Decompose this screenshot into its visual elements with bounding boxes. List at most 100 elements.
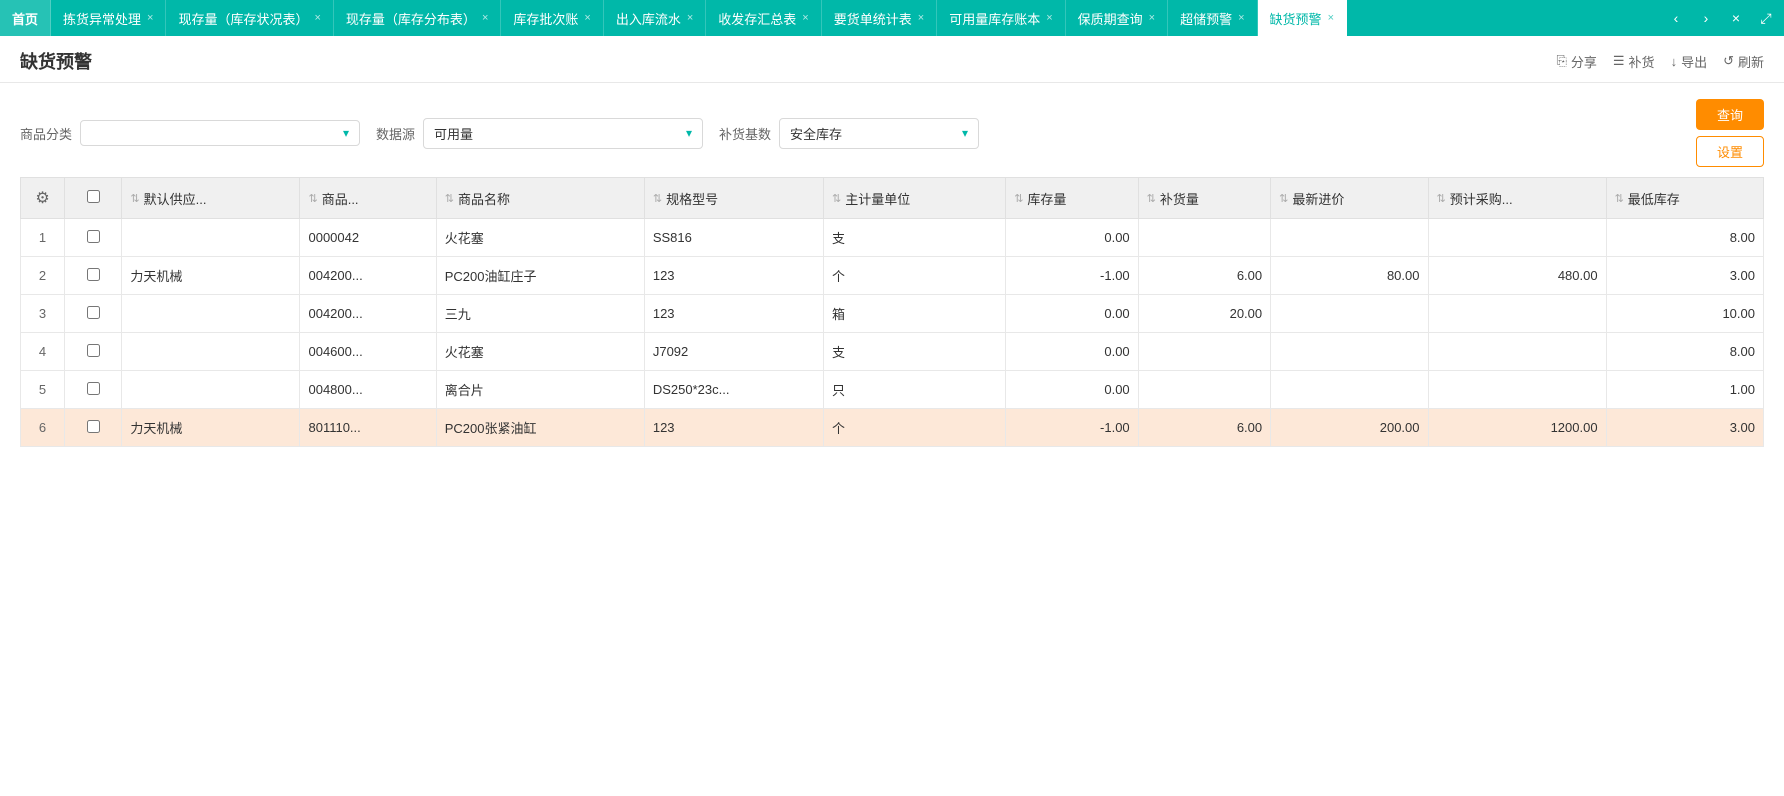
row-checkbox-6[interactable] <box>87 420 100 433</box>
row-checkbox-cell-2[interactable] <box>65 257 122 295</box>
table-body: 1 0000042 火花塞 SS816 支 0.00 8.00 2 力天机械 0… <box>21 219 1764 447</box>
row-replenish-qty-5 <box>1138 371 1270 409</box>
nav-tab-inventory-dist-label: 现存量（库存分布表） <box>346 9 476 28</box>
row-min-inventory-6: 3.00 <box>1606 409 1763 447</box>
nav-tab-inventory-status[interactable]: 现存量（库存状况表） × <box>166 0 333 36</box>
nav-tab-batch-account[interactable]: 库存批次账 × <box>501 0 603 36</box>
nav-tab-order-stats-close[interactable]: × <box>918 12 924 24</box>
export-button[interactable]: ↓ 导出 <box>1671 52 1708 71</box>
replenish-button[interactable]: ☰ 补货 <box>1613 52 1655 71</box>
row-replenish-qty-2: 6.00 <box>1138 257 1270 295</box>
row-checkbox-cell-5[interactable] <box>65 371 122 409</box>
nav-controls: ‹ › × ⤢ <box>1658 4 1784 32</box>
row-checkbox-cell-6[interactable] <box>65 409 122 447</box>
row-checkbox-2[interactable] <box>87 268 100 281</box>
export-icon: ↓ <box>1671 54 1678 69</box>
nav-tab-abnormal-close[interactable]: × <box>147 12 153 24</box>
row-supplier-2: 力天机械 <box>122 257 300 295</box>
nav-tab-inventory-dist-close[interactable]: × <box>482 12 488 24</box>
row-unit-3: 箱 <box>823 295 1005 333</box>
datasource-select[interactable]: 可用量 ▾ <box>423 118 703 149</box>
unit-sort-icon: ⇅ <box>832 192 841 205</box>
nav-tab-abnormal[interactable]: 拣货异常处理 × <box>51 0 166 36</box>
row-checkbox-3[interactable] <box>87 306 100 319</box>
page-container: 缺货预警 ⎘ 分享 ☰ 补货 ↓ 导出 ↺ 刷新 商品分类 <box>0 36 1784 796</box>
settings-column-header[interactable]: ⚙ <box>21 178 65 219</box>
nav-tab-expiry-query[interactable]: 保质期查询 × <box>1066 0 1168 36</box>
nav-tab-available-ledger[interactable]: 可用量库存账本 × <box>937 0 1065 36</box>
nav-tab-overstock[interactable]: 超储预警 × <box>1168 0 1257 36</box>
row-checkbox-cell-4[interactable] <box>65 333 122 371</box>
nav-tab-inventory-status-label: 现存量（库存状况表） <box>178 9 308 28</box>
nav-tab-batch-account-close[interactable]: × <box>584 12 590 24</box>
nav-tab-receipt-summary[interactable]: 收发存汇总表 × <box>706 0 821 36</box>
nav-tab-expiry-query-close[interactable]: × <box>1149 12 1155 24</box>
share-button[interactable]: ⎘ 分享 <box>1556 52 1596 71</box>
nav-tab-inout-flow[interactable]: 出入库流水 × <box>604 0 706 36</box>
settings-button[interactable]: 设置 <box>1696 136 1764 167</box>
nav-tab-overstock-label: 超储预警 <box>1180 9 1232 28</box>
row-latest-price-2: 80.00 <box>1271 257 1428 295</box>
nav-tab-available-ledger-close[interactable]: × <box>1046 12 1052 24</box>
unit-column-label: 主计量单位 <box>845 189 910 208</box>
refresh-button[interactable]: ↺ 刷新 <box>1723 52 1764 71</box>
product-code-column-label: 商品... <box>322 189 359 208</box>
row-inventory-6: -1.00 <box>1006 409 1138 447</box>
supplier-column-header[interactable]: ⇅ 默认供应... <box>122 178 300 219</box>
gear-icon[interactable]: ⚙ <box>35 190 49 207</box>
nav-tab-shortage[interactable]: 缺货预警 × <box>1258 0 1347 36</box>
replenish-base-select[interactable]: 安全库存 ▾ <box>779 118 979 149</box>
est-purchase-column-header[interactable]: ⇅ 预计采购... <box>1428 178 1606 219</box>
row-checkbox-5[interactable] <box>87 382 100 395</box>
replenish-base-select-value: 安全库存 <box>790 124 842 143</box>
replenish-icon: ☰ <box>1613 53 1625 69</box>
category-select[interactable]: ▾ <box>80 120 360 146</box>
replenish-qty-column-header[interactable]: ⇅ 补货量 <box>1138 178 1270 219</box>
replenish-label: 补货 <box>1629 52 1655 71</box>
export-label: 导出 <box>1681 52 1707 71</box>
nav-tab-inout-flow-close[interactable]: × <box>687 12 693 24</box>
supplier-column-label: 默认供应... <box>144 189 207 208</box>
product-name-column-header[interactable]: ⇅ 商品名称 <box>436 178 644 219</box>
row-checkbox-cell-1[interactable] <box>65 219 122 257</box>
nav-tab-abnormal-label: 拣货异常处理 <box>63 9 141 28</box>
nav-tab-inventory-dist[interactable]: 现存量（库存分布表） × <box>334 0 501 36</box>
nav-next-button[interactable]: › <box>1692 4 1720 32</box>
row-checkbox-4[interactable] <box>87 344 100 357</box>
nav-maximize-button[interactable]: ⤢ <box>1752 4 1780 32</box>
table-header-row: ⚙ ⇅ 默认供应... ⇅ 商品... <box>21 178 1764 219</box>
row-checkbox-1[interactable] <box>87 230 100 243</box>
est-purchase-column-label: 预计采购... <box>1450 189 1513 208</box>
nav-tab-receipt-summary-close[interactable]: × <box>802 12 808 24</box>
replenish-qty-column-label: 补货量 <box>1160 189 1199 208</box>
min-inventory-sort-icon: ⇅ <box>1615 192 1624 205</box>
query-button[interactable]: 查询 <box>1696 99 1764 130</box>
nav-prev-button[interactable]: ‹ <box>1662 4 1690 32</box>
nav-tab-inventory-status-close[interactable]: × <box>314 12 320 24</box>
nav-tab-home[interactable]: 首页 <box>0 0 51 36</box>
min-inventory-column-header[interactable]: ⇅ 最低库存 <box>1606 178 1763 219</box>
row-est-purchase-6: 1200.00 <box>1428 409 1606 447</box>
table-row: 3 004200... 三九 123 箱 0.00 20.00 10.00 <box>21 295 1764 333</box>
unit-column-header[interactable]: ⇅ 主计量单位 <box>823 178 1005 219</box>
product-code-sort-icon: ⇅ <box>308 192 317 205</box>
row-latest-price-6: 200.00 <box>1271 409 1428 447</box>
nav-tab-order-stats-label: 要货单统计表 <box>834 9 912 28</box>
row-checkbox-cell-3[interactable] <box>65 295 122 333</box>
nav-close-button[interactable]: × <box>1722 4 1750 32</box>
latest-price-column-header[interactable]: ⇅ 最新进价 <box>1271 178 1428 219</box>
inventory-column-header[interactable]: ⇅ 库存量 <box>1006 178 1138 219</box>
row-inventory-3: 0.00 <box>1006 295 1138 333</box>
row-unit-5: 只 <box>823 371 1005 409</box>
table-row: 6 力天机械 801110... PC200张紧油缸 123 个 -1.00 6… <box>21 409 1764 447</box>
product-code-column-header[interactable]: ⇅ 商品... <box>300 178 436 219</box>
select-all-checkbox[interactable] <box>87 190 100 203</box>
table-container: ⚙ ⇅ 默认供应... ⇅ 商品... <box>0 177 1784 467</box>
nav-tab-shortage-close[interactable]: × <box>1328 12 1334 24</box>
spec-column-header[interactable]: ⇅ 规格型号 <box>644 178 823 219</box>
nav-tab-order-stats[interactable]: 要货单统计表 × <box>822 0 937 36</box>
checkbox-column-header[interactable] <box>65 178 122 219</box>
nav-tab-overstock-close[interactable]: × <box>1238 12 1244 24</box>
row-spec-3: 123 <box>644 295 823 333</box>
row-supplier-1 <box>122 219 300 257</box>
